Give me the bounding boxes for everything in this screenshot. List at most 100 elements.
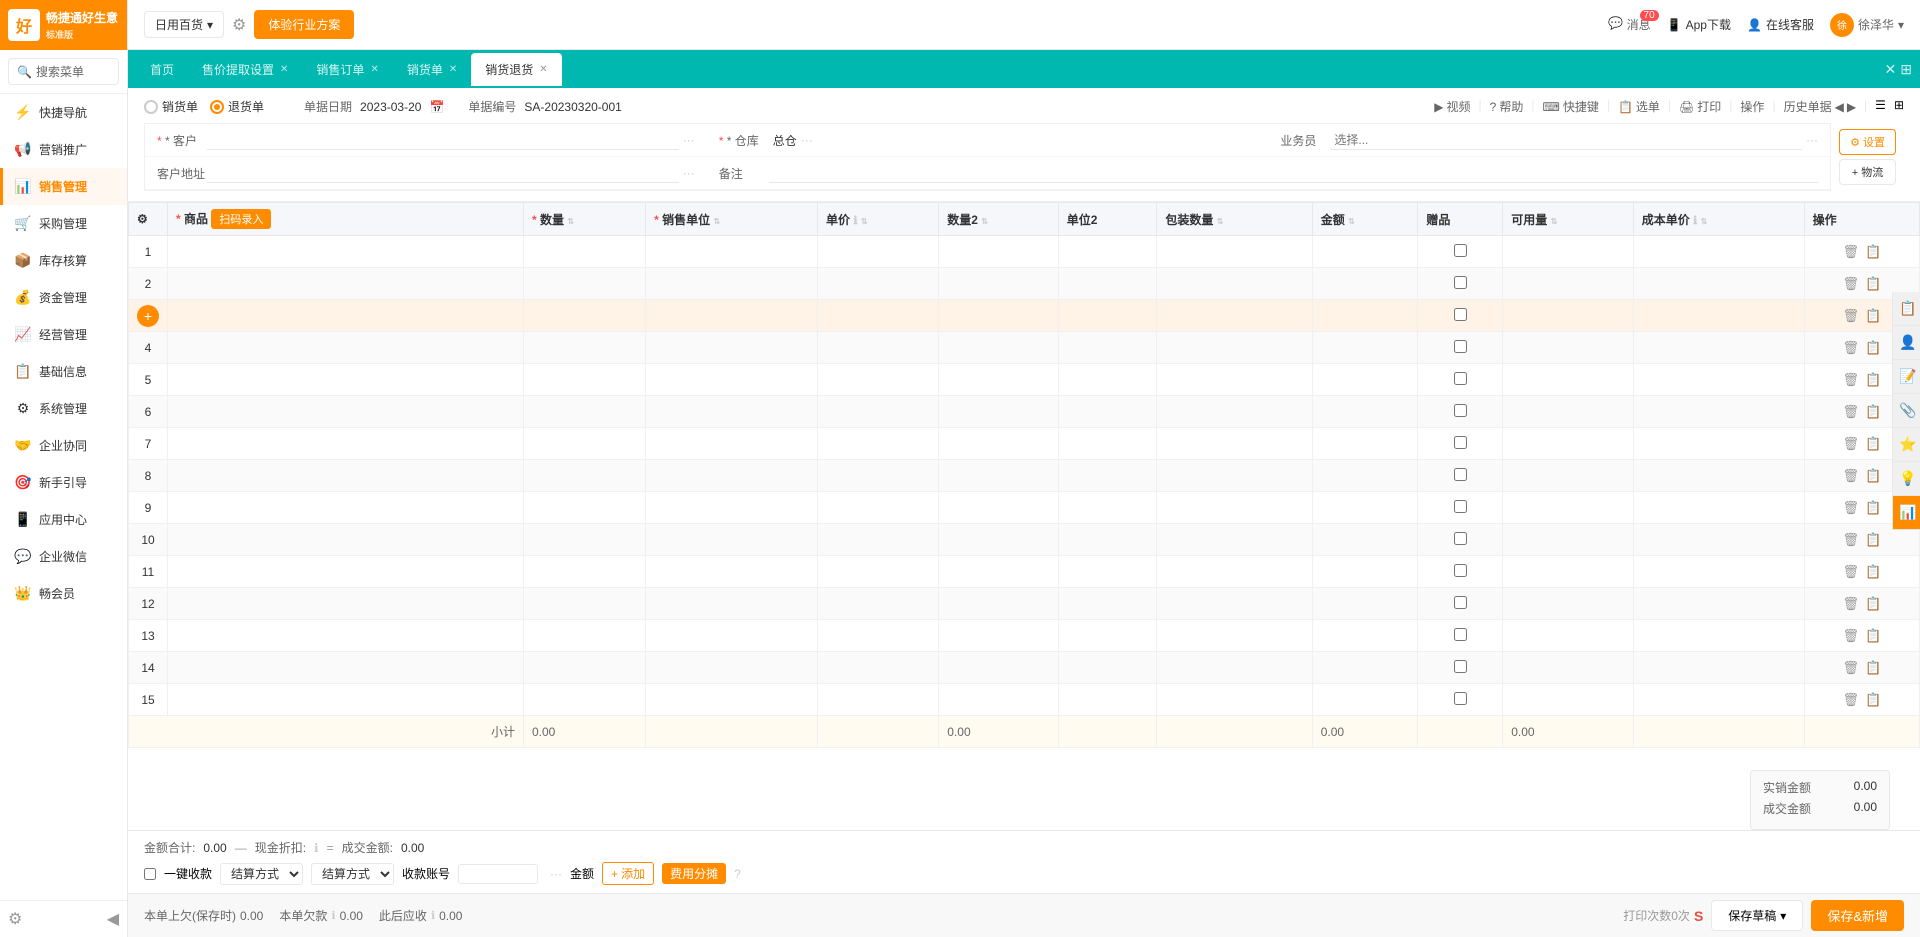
- user-profile[interactable]: 徐 徐泽华 ▾: [1830, 13, 1904, 37]
- right-panel-icon-7[interactable]: 📊: [1893, 496, 1920, 530]
- copy-icon[interactable]: 📋: [1865, 628, 1881, 644]
- gift-checkbox[interactable]: [1454, 372, 1467, 385]
- staff-select-icon[interactable]: ···: [1806, 133, 1818, 147]
- product-cell[interactable]: [168, 268, 524, 300]
- debt-info-icon[interactable]: ℹ: [331, 909, 335, 922]
- qty-cell[interactable]: [523, 460, 645, 492]
- qty2-cell[interactable]: [939, 588, 1058, 620]
- unit-cell[interactable]: [646, 684, 818, 716]
- add-button[interactable]: + 添加: [602, 862, 654, 885]
- amount-cell[interactable]: [1312, 684, 1418, 716]
- sidebar-item-marketing[interactable]: 📢 营销推广: [0, 131, 127, 168]
- packqty-cell[interactable]: [1157, 396, 1312, 428]
- note-input[interactable]: [769, 164, 1818, 183]
- customer-input[interactable]: [207, 131, 679, 150]
- qty-cell[interactable]: [523, 364, 645, 396]
- right-panel-icon-5[interactable]: ⭐: [1893, 428, 1920, 462]
- view-list-icon[interactable]: ☰: [1875, 98, 1886, 115]
- amount-cell[interactable]: [1312, 332, 1418, 364]
- window-maximize-icon[interactable]: ⊞: [1900, 61, 1912, 78]
- unit-cell[interactable]: [646, 396, 818, 428]
- qty2-cell[interactable]: [939, 428, 1058, 460]
- qty-cell[interactable]: [523, 620, 645, 652]
- product-cell[interactable]: [168, 428, 524, 460]
- packqty-cell[interactable]: [1157, 268, 1312, 300]
- cost-price-cell[interactable]: [1633, 300, 1804, 332]
- amount-cell[interactable]: [1312, 364, 1418, 396]
- fee-info-icon[interactable]: ?: [734, 867, 741, 881]
- save-new-button[interactable]: 保存&新增: [1811, 900, 1904, 931]
- gift-cell[interactable]: [1418, 236, 1503, 268]
- unit2-cell[interactable]: [1058, 396, 1157, 428]
- qty-cell[interactable]: [523, 492, 645, 524]
- qty2-cell[interactable]: [939, 236, 1058, 268]
- settings-bottom-icon[interactable]: ⚙: [8, 909, 22, 929]
- qty2-cell[interactable]: [939, 300, 1058, 332]
- tab-close-sale-order[interactable]: ✕: [370, 64, 378, 75]
- sidebar-item-inventory[interactable]: 📦 库存核算: [0, 242, 127, 279]
- customer-select-icon[interactable]: ···: [683, 133, 695, 147]
- add-row-button[interactable]: +: [137, 305, 159, 327]
- amount-cell[interactable]: [1312, 396, 1418, 428]
- gift-cell[interactable]: [1418, 364, 1503, 396]
- delete-icon[interactable]: 🗑: [1842, 436, 1859, 452]
- gift-checkbox[interactable]: [1454, 660, 1467, 673]
- delete-icon[interactable]: 🗑: [1842, 660, 1859, 676]
- copy-icon[interactable]: 📋: [1865, 532, 1881, 548]
- unit-cell[interactable]: [646, 652, 818, 684]
- action-history[interactable]: 历史单据 ◀ ▶: [1784, 98, 1856, 115]
- packqty-cell[interactable]: [1157, 300, 1312, 332]
- price-cell[interactable]: [818, 236, 939, 268]
- qty-cell[interactable]: [523, 556, 645, 588]
- delete-icon[interactable]: 🗑: [1842, 468, 1859, 484]
- price-cell[interactable]: [818, 364, 939, 396]
- cost-price-cell[interactable]: [1633, 332, 1804, 364]
- message-badge-wrap[interactable]: 💬 70 消息: [1608, 16, 1650, 33]
- sidebar-item-shortcut[interactable]: ⚡ 快捷导航: [0, 94, 127, 131]
- qty-cell[interactable]: [523, 652, 645, 684]
- amount-cell[interactable]: [1312, 492, 1418, 524]
- amount-cell[interactable]: [1312, 620, 1418, 652]
- unit-cell[interactable]: [646, 268, 818, 300]
- product-cell[interactable]: [168, 652, 524, 684]
- price-cell[interactable]: [818, 652, 939, 684]
- calc-method-select[interactable]: 结算方式: [220, 863, 303, 885]
- price-cell[interactable]: [818, 332, 939, 364]
- right-panel-icon-4[interactable]: 📎: [1893, 394, 1920, 428]
- product-cell[interactable]: [168, 556, 524, 588]
- industry-select[interactable]: 日用百货 ▾: [144, 11, 224, 38]
- delete-icon[interactable]: 🗑: [1842, 532, 1859, 548]
- copy-icon[interactable]: 📋: [1865, 660, 1881, 676]
- gift-cell[interactable]: [1418, 684, 1503, 716]
- qty-cell[interactable]: [523, 588, 645, 620]
- app-download-item[interactable]: 📱 App下载: [1667, 16, 1731, 33]
- cash-discount-info-icon[interactable]: ℹ: [314, 841, 319, 855]
- unit2-cell[interactable]: [1058, 652, 1157, 684]
- address-select-icon[interactable]: ···: [683, 166, 695, 180]
- amount-cell[interactable]: [1312, 300, 1418, 332]
- cost-price-cell[interactable]: [1633, 236, 1804, 268]
- delete-icon[interactable]: 🗑: [1842, 404, 1859, 420]
- price-cell[interactable]: [818, 588, 939, 620]
- price-cell[interactable]: [818, 460, 939, 492]
- one-click-pay-checkbox[interactable]: [144, 868, 156, 880]
- unit-cell[interactable]: [646, 428, 818, 460]
- amount-cell[interactable]: [1312, 268, 1418, 300]
- cost-price-cell[interactable]: [1633, 524, 1804, 556]
- available-cell[interactable]: [1503, 396, 1633, 428]
- available-cell[interactable]: [1503, 460, 1633, 492]
- product-cell[interactable]: [168, 364, 524, 396]
- cost-price-cell[interactable]: [1633, 364, 1804, 396]
- right-panel-icon-2[interactable]: 👤: [1893, 326, 1920, 360]
- window-minimize-icon[interactable]: ✕: [1885, 61, 1897, 78]
- action-video[interactable]: ▶ 视频: [1434, 98, 1470, 115]
- delete-icon[interactable]: 🗑: [1842, 308, 1859, 324]
- qty-cell[interactable]: [523, 396, 645, 428]
- cost-price-cell[interactable]: [1633, 268, 1804, 300]
- sidebar-item-wechat[interactable]: 💬 企业微信: [0, 538, 127, 575]
- product-cell[interactable]: [168, 588, 524, 620]
- unit-cell[interactable]: [646, 460, 818, 492]
- copy-icon[interactable]: 📋: [1865, 404, 1881, 420]
- gift-checkbox[interactable]: [1454, 564, 1467, 577]
- unit2-cell[interactable]: [1058, 268, 1157, 300]
